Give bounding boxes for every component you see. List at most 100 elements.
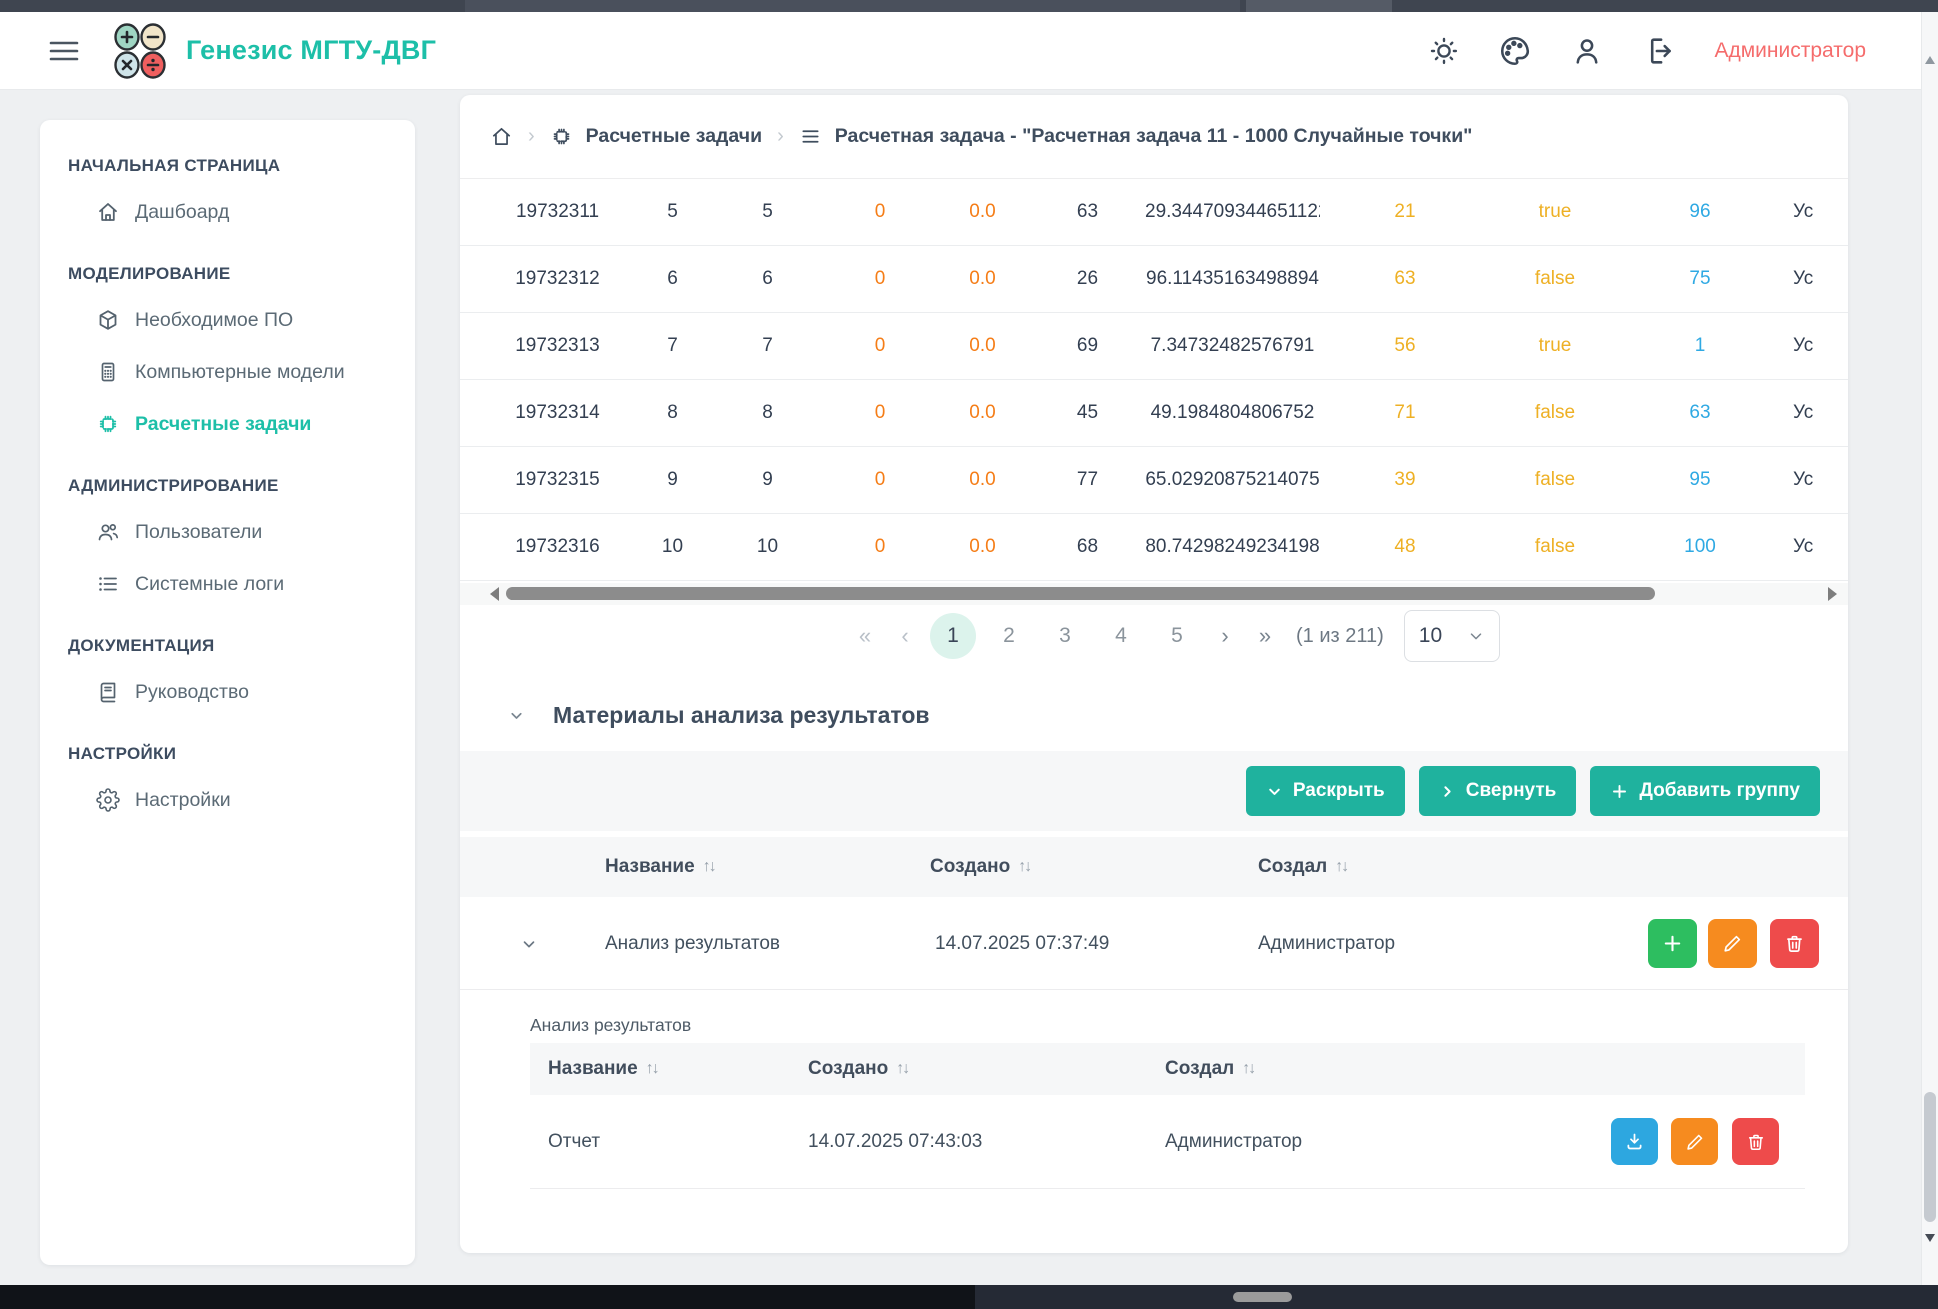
table-cell: 0.0 <box>969 469 996 490</box>
table-cell: false <box>1534 268 1576 289</box>
app-title: Генезис МГТУ-ДВГ <box>186 35 437 65</box>
pagination-page-button[interactable]: 4 <box>1098 613 1144 659</box>
table-cell: 39 <box>1394 469 1416 490</box>
user-profile-icon[interactable] <box>1570 34 1604 68</box>
page-size-select[interactable]: 10 <box>1403 610 1500 662</box>
pagination-prev-button[interactable]: ‹ <box>890 623 920 649</box>
group-row[interactable]: Анализ результатов 14.07.2025 07:37:49 А… <box>460 897 1848 990</box>
table-row[interactable]: 19732316 10 10 0 0.0 68 80.74298249234198 48 fal… <box>460 514 1848 581</box>
sidebar-item-label: Руководство <box>135 680 249 703</box>
material-author: Администратор <box>1165 1131 1303 1152</box>
bottom-scrollbar-thumb[interactable] <box>1233 1292 1292 1302</box>
material-row[interactable]: Отчет 14.07.2025 07:43:03 Администратор <box>530 1095 1805 1189</box>
pagination-page-button[interactable]: 1 <box>930 613 976 659</box>
palette-icon[interactable] <box>1498 34 1532 68</box>
browser-tab-segment <box>1246 0 1392 12</box>
scroll-right-arrow-icon[interactable] <box>1828 587 1837 601</box>
sidebar-item-users[interactable]: Пользователи <box>68 506 391 558</box>
breadcrumb-item[interactable]: Расчетные задачи <box>586 125 762 148</box>
logout-icon[interactable] <box>1642 34 1676 68</box>
column-header-author[interactable]: Создал ↑↓ <box>1258 837 1349 897</box>
table-cell: 10 <box>756 536 779 557</box>
sidebar-item-computer-models[interactable]: Компьютерные модели <box>68 346 391 398</box>
scroll-up-arrow-icon[interactable] <box>1925 56 1935 64</box>
column-header-name[interactable]: Название ↑↓ <box>605 837 717 897</box>
sidebar-item-label: Настройки <box>135 788 231 811</box>
menu-toggle-button[interactable] <box>46 34 82 68</box>
add-group-button[interactable]: Добавить группу <box>1590 766 1820 816</box>
table-cell: Ус <box>1793 402 1814 423</box>
expand-all-button[interactable]: Раскрыть <box>1245 766 1405 816</box>
sidebar-item-software[interactable]: Необходимое ПО <box>68 294 391 346</box>
table-cell: 19732314 <box>515 402 600 423</box>
table-cell: 0 <box>874 201 886 222</box>
table-cell: 68 <box>1076 536 1099 557</box>
sort-icon[interactable]: ↑↓ <box>1018 858 1032 876</box>
edit-group-button[interactable] <box>1708 919 1757 968</box>
sort-icon[interactable]: ↑↓ <box>1242 1060 1256 1078</box>
table-cell: 0.0 <box>969 402 996 423</box>
pagination-next-button[interactable]: › <box>1210 623 1240 649</box>
sort-icon[interactable]: ↑↓ <box>646 1060 660 1078</box>
table-cell: true <box>1538 335 1572 356</box>
pagination-page-button[interactable]: 3 <box>1042 613 1088 659</box>
table-cell: 96 <box>1689 201 1711 222</box>
scroll-left-arrow-icon[interactable] <box>490 587 499 601</box>
page-vertical-scrollbar[interactable] <box>1921 12 1938 1285</box>
pagination-page-button[interactable]: 2 <box>986 613 1032 659</box>
table-row[interactable]: 19732312 6 6 0 0.0 26 96.11435163498894 63 false… <box>460 246 1848 313</box>
table-cell: 95 <box>1689 469 1711 490</box>
pagination-page-button[interactable]: 5 <box>1154 613 1200 659</box>
plus-icon <box>1613 784 1627 798</box>
collapse-chevron-icon[interactable] <box>508 707 525 724</box>
sidebar-item-label: Пользователи <box>135 520 263 543</box>
vertical-scrollbar-thumb[interactable] <box>1924 1092 1936 1222</box>
table-cell: 9 <box>667 469 678 490</box>
row-expand-chevron-icon[interactable] <box>520 935 538 958</box>
breadcrumb-separator: › <box>777 125 784 147</box>
table-row[interactable]: 19732311 5 5 0 0.0 63 29.344709344651122 21 true… <box>460 179 1848 246</box>
sidebar-item-calculation-tasks[interactable]: Расчетные задачи <box>68 398 391 450</box>
column-header-name[interactable]: Название ↑↓ <box>548 1043 660 1095</box>
scroll-down-arrow-icon[interactable] <box>1925 1234 1935 1242</box>
pagination-last-button[interactable]: » <box>1250 623 1280 649</box>
table-cell: 19732316 <box>515 536 600 557</box>
table-cell: 7 <box>762 335 773 356</box>
user-role-label[interactable]: Администратор <box>1714 39 1866 63</box>
table-cell: 48 <box>1394 536 1416 557</box>
table-cell: 5 <box>762 201 773 222</box>
sidebar-item-dashboard[interactable]: Дашбоард <box>68 186 391 238</box>
delete-group-button[interactable] <box>1770 919 1819 968</box>
add-material-button[interactable] <box>1648 919 1697 968</box>
table-cell: 6 <box>762 268 773 289</box>
edit-material-button[interactable] <box>1671 1118 1718 1165</box>
table-cell: 69 <box>1076 335 1099 356</box>
table-row[interactable]: 19732313 7 7 0 0.0 69 7.34732482576791 56 true 1 У… <box>460 313 1848 380</box>
sidebar-item-system-logs[interactable]: Системные логи <box>68 558 391 610</box>
table-horizontal-scrollbar[interactable] <box>460 583 1848 605</box>
gear-icon <box>96 788 120 812</box>
table-cell: 8 <box>762 402 773 423</box>
sidebar-item-settings[interactable]: Настройки <box>68 774 391 826</box>
table-cell: 5 <box>667 201 678 222</box>
pagination-first-button[interactable]: « <box>850 623 880 649</box>
table-cell: 6 <box>667 268 678 289</box>
download-material-button[interactable] <box>1611 1118 1658 1165</box>
column-header-author[interactable]: Создал ↑↓ <box>1165 1043 1256 1095</box>
table-row[interactable]: 19732314 8 8 0 0.0 45 49.1984804806752 71 false 6… <box>460 380 1848 447</box>
sort-icon[interactable]: ↑↓ <box>703 858 717 876</box>
column-header-created[interactable]: Создано ↑↓ <box>808 1043 910 1095</box>
column-header-created[interactable]: Создано ↑↓ <box>930 837 1032 897</box>
collapse-all-button[interactable]: Свернуть <box>1418 766 1577 816</box>
sidebar-item-manual[interactable]: Руководство <box>68 666 391 718</box>
home-icon[interactable] <box>490 125 513 148</box>
horizontal-scrollbar-thumb[interactable] <box>506 587 1655 600</box>
table-row[interactable]: 19732315 9 9 0 0.0 77 65.02920875214075 39 false… <box>460 447 1848 514</box>
delete-material-button[interactable] <box>1732 1118 1779 1165</box>
theme-sun-icon[interactable] <box>1428 35 1460 67</box>
sort-icon[interactable]: ↑↓ <box>1335 858 1349 876</box>
pencil-icon <box>1686 1134 1702 1150</box>
table-cell: 0.0 <box>969 268 996 289</box>
header-actions: Администратор <box>1428 34 1866 68</box>
sort-icon[interactable]: ↑↓ <box>896 1060 910 1078</box>
